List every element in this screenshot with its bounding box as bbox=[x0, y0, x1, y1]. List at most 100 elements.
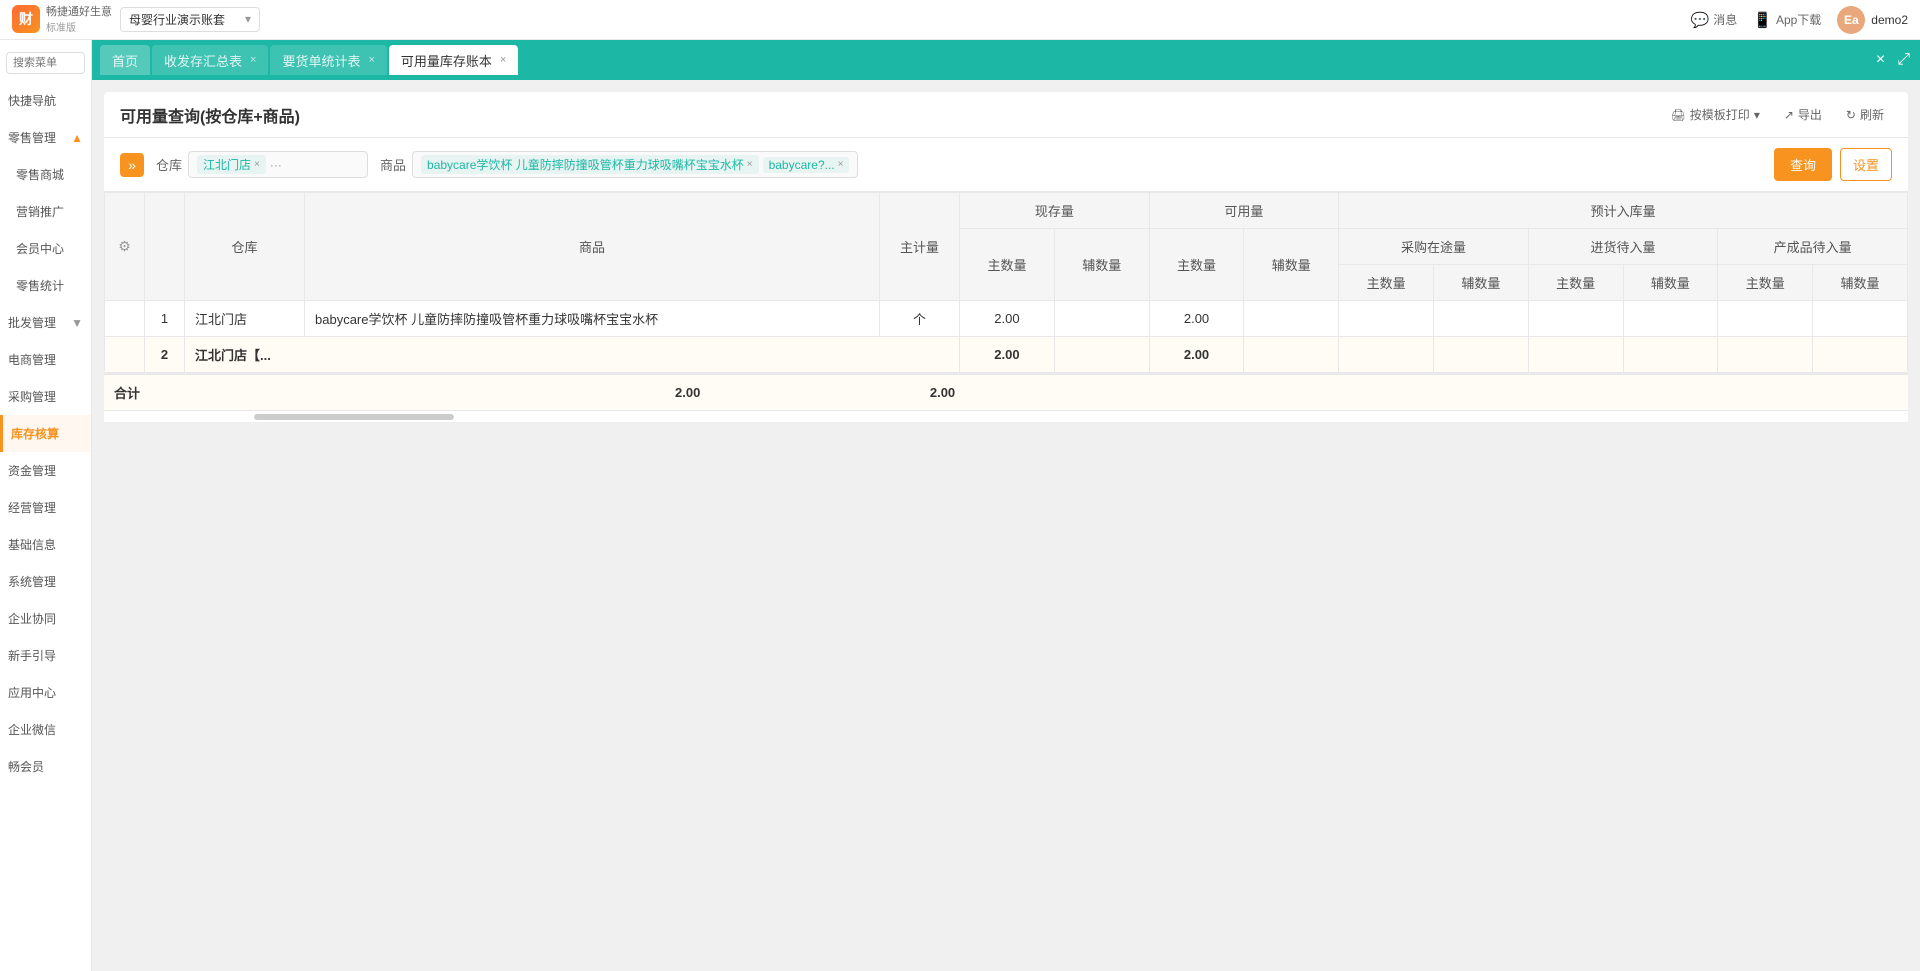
sidebar-item-retail-mgmt[interactable]: 零售管理 ▲ bbox=[0, 119, 91, 156]
purchase-main-header: 主数量 bbox=[1339, 265, 1434, 301]
export-btn[interactable]: ↗ 导出 bbox=[1776, 102, 1830, 127]
incoming-aux-header: 辅数量 bbox=[1623, 265, 1718, 301]
sidebar-item-wholesale-mgmt[interactable]: 批发管理 ▼ bbox=[0, 304, 91, 341]
warehouse-filter-label: 仓库 bbox=[156, 155, 182, 174]
app-download-btn[interactable]: 📱 App下载 bbox=[1753, 11, 1821, 29]
sidebar-item-vip-member[interactable]: 畅会员 bbox=[0, 748, 91, 785]
page-title: 可用量查询(按仓库+商品) bbox=[120, 103, 300, 127]
col-product-header: 商品 bbox=[305, 193, 880, 301]
sidebar-search-area bbox=[0, 44, 91, 82]
printer-icon: 🖨 bbox=[1671, 108, 1686, 122]
message-label: 消息 bbox=[1713, 11, 1737, 28]
sidebar-item-retail-mall[interactable]: 零售商城 bbox=[0, 156, 91, 193]
ecommerce-mgmt-label: 电商管理 bbox=[8, 351, 56, 368]
row1-available-aux bbox=[1244, 301, 1339, 337]
marketing-label: 营销推广 bbox=[16, 203, 64, 220]
sidebar-item-member-center[interactable]: 会员中心 bbox=[0, 230, 91, 267]
col-warehouse-header: 仓库 bbox=[185, 193, 305, 301]
sidebar-item-new-guide[interactable]: 新手引导 bbox=[0, 637, 91, 674]
print-template-label: 按模板打印 bbox=[1690, 106, 1750, 123]
tab-receipt-summary[interactable]: 收发存汇总表 × bbox=[152, 45, 268, 75]
product-tag-babycare2: babycare?... × bbox=[763, 157, 850, 173]
warehouse-tags[interactable]: 江北门店 × ··· bbox=[188, 151, 368, 178]
settings-icon: ⚙ bbox=[118, 238, 131, 254]
col-unit-header: 主计量 bbox=[880, 193, 960, 301]
sidebar-item-enterprise-wechat[interactable]: 企业微信 bbox=[0, 711, 91, 748]
retail-mall-label: 零售商城 bbox=[16, 166, 64, 183]
wholesale-mgmt-label: 批发管理 bbox=[8, 314, 56, 331]
industry-selector[interactable]: 母婴行业演示账套 ▾ bbox=[120, 7, 260, 32]
subtotal-incoming-aux bbox=[1623, 337, 1718, 373]
page-header: 可用量查询(按仓库+商品) 🖨 按模板打印 ▾ ↗ 导出 ↻ 刷新 bbox=[104, 92, 1908, 138]
sidebar-item-quick-nav[interactable]: 快捷导航 bbox=[0, 82, 91, 119]
sidebar-item-inventory-check[interactable]: 库存核算 bbox=[0, 415, 91, 452]
settings-btn[interactable]: 设置 bbox=[1840, 148, 1892, 181]
tab-available-ledger-close[interactable]: × bbox=[500, 54, 506, 66]
print-dropdown-icon: ▾ bbox=[1754, 108, 1760, 122]
subtotal-purchase-aux bbox=[1433, 337, 1528, 373]
close-all-btn[interactable]: × bbox=[1874, 49, 1887, 71]
tab-order-summary[interactable]: 要货单统计表 × bbox=[270, 45, 386, 75]
table-row: 1 江北门店 babycare学饮杯 儿童防摔防撞吸管杯重力球吸嘴杯宝宝水杯 个 bbox=[105, 301, 1908, 337]
tab-home[interactable]: 首页 bbox=[100, 45, 150, 75]
print-template-btn[interactable]: 🖨 按模板打印 ▾ bbox=[1663, 102, 1768, 127]
sidebar-item-retail-stats[interactable]: 零售统计 bbox=[0, 267, 91, 304]
row1-incoming-main bbox=[1528, 301, 1623, 337]
app-version: 标准版 bbox=[46, 19, 112, 34]
warehouse-more: ··· bbox=[270, 158, 282, 172]
table-footer: 合计 2.00 2.00 bbox=[104, 373, 1908, 410]
sidebar-item-basic-info[interactable]: 基础信息 bbox=[0, 526, 91, 563]
tab-receipt-summary-close[interactable]: × bbox=[250, 54, 256, 66]
col-stock-header: 现存量 bbox=[960, 193, 1150, 229]
product-tag-close-2[interactable]: × bbox=[838, 159, 844, 170]
product-tag-close-1[interactable]: × bbox=[747, 159, 753, 170]
subtotal-purchase-main bbox=[1339, 337, 1434, 373]
refresh-btn[interactable]: ↻ 刷新 bbox=[1838, 102, 1892, 127]
toggle-icon: » bbox=[128, 157, 136, 173]
stock-aux-header: 辅数量 bbox=[1054, 229, 1149, 301]
sidebar-item-finance-mgmt[interactable]: 资金管理 bbox=[0, 452, 91, 489]
sidebar-item-ecommerce-mgmt[interactable]: 电商管理 bbox=[0, 341, 91, 378]
phone-icon: 📱 bbox=[1753, 11, 1772, 29]
top-bar-left: 财 畅捷通好生意 标准版 母婴行业演示账套 ▾ bbox=[12, 5, 260, 34]
tab-bar-actions: × ⤢ bbox=[1874, 49, 1912, 71]
subtotal-production-aux bbox=[1813, 337, 1908, 373]
scroll-bar-area bbox=[104, 410, 1908, 422]
user-area[interactable]: Ea demo2 bbox=[1837, 6, 1908, 34]
purchase-header: 采购在途量 bbox=[1339, 229, 1529, 265]
tab-home-label: 首页 bbox=[112, 51, 138, 70]
product-tags[interactable]: babycare学饮杯 儿童防摔防撞吸管杯重力球吸嘴杯宝宝水杯 × babyca… bbox=[412, 151, 858, 178]
col-settings-header[interactable]: ⚙ bbox=[105, 193, 145, 301]
subtotal-production-main bbox=[1718, 337, 1813, 373]
subtotal-stock-aux bbox=[1054, 337, 1149, 373]
subtotal-row: 2 江北门店【... 2.00 2.00 bbox=[105, 337, 1908, 373]
sidebar-item-enterprise-collab[interactable]: 企业协同 bbox=[0, 600, 91, 637]
wholesale-mgmt-arrow: ▼ bbox=[71, 316, 83, 330]
refresh-icon: ↻ bbox=[1846, 108, 1856, 122]
horizontal-scrollbar[interactable] bbox=[254, 414, 454, 420]
filter-toggle-btn[interactable]: » bbox=[120, 153, 144, 177]
table-container: ⚙ 仓库 商品 主计量 bbox=[104, 192, 1908, 373]
sidebar-item-system-mgmt[interactable]: 系统管理 bbox=[0, 563, 91, 600]
filter-area: » 仓库 江北门店 × ··· 商品 bbox=[104, 138, 1908, 192]
sidebar: 快捷导航 零售管理 ▲ 零售商城 营销推广 会员中心 零售统计 批发管理 ▼ 电… bbox=[0, 40, 92, 971]
tab-available-ledger-label: 可用量库存账本 bbox=[401, 51, 492, 70]
purchase-aux-header: 辅数量 bbox=[1433, 265, 1528, 301]
footer-stock-main: 2.00 bbox=[624, 385, 751, 400]
row1-warehouse: 江北门店 bbox=[185, 301, 305, 337]
col-available-header: 可用量 bbox=[1149, 193, 1339, 229]
sidebar-item-marketing[interactable]: 营销推广 bbox=[0, 193, 91, 230]
tab-available-ledger[interactable]: 可用量库存账本 × bbox=[389, 45, 518, 75]
expand-btn[interactable]: ⤢ bbox=[1895, 49, 1912, 71]
sidebar-item-operations-mgmt[interactable]: 经营管理 bbox=[0, 489, 91, 526]
query-btn[interactable]: 查询 bbox=[1774, 148, 1832, 181]
tab-order-summary-close[interactable]: × bbox=[368, 54, 374, 66]
page-header-actions: 🖨 按模板打印 ▾ ↗ 导出 ↻ 刷新 bbox=[1663, 102, 1892, 127]
avatar: Ea bbox=[1837, 6, 1865, 34]
warehouse-tag-close[interactable]: × bbox=[254, 159, 260, 170]
sidebar-item-app-center[interactable]: 应用中心 bbox=[0, 674, 91, 711]
sidebar-item-purchase-mgmt[interactable]: 采购管理 bbox=[0, 378, 91, 415]
product-tag-text-1: babycare学饮杯 儿童防摔防撞吸管杯重力球吸嘴杯宝宝水杯 bbox=[427, 156, 744, 173]
message-btn[interactable]: 💬 消息 bbox=[1691, 11, 1738, 29]
search-input[interactable] bbox=[6, 52, 85, 74]
